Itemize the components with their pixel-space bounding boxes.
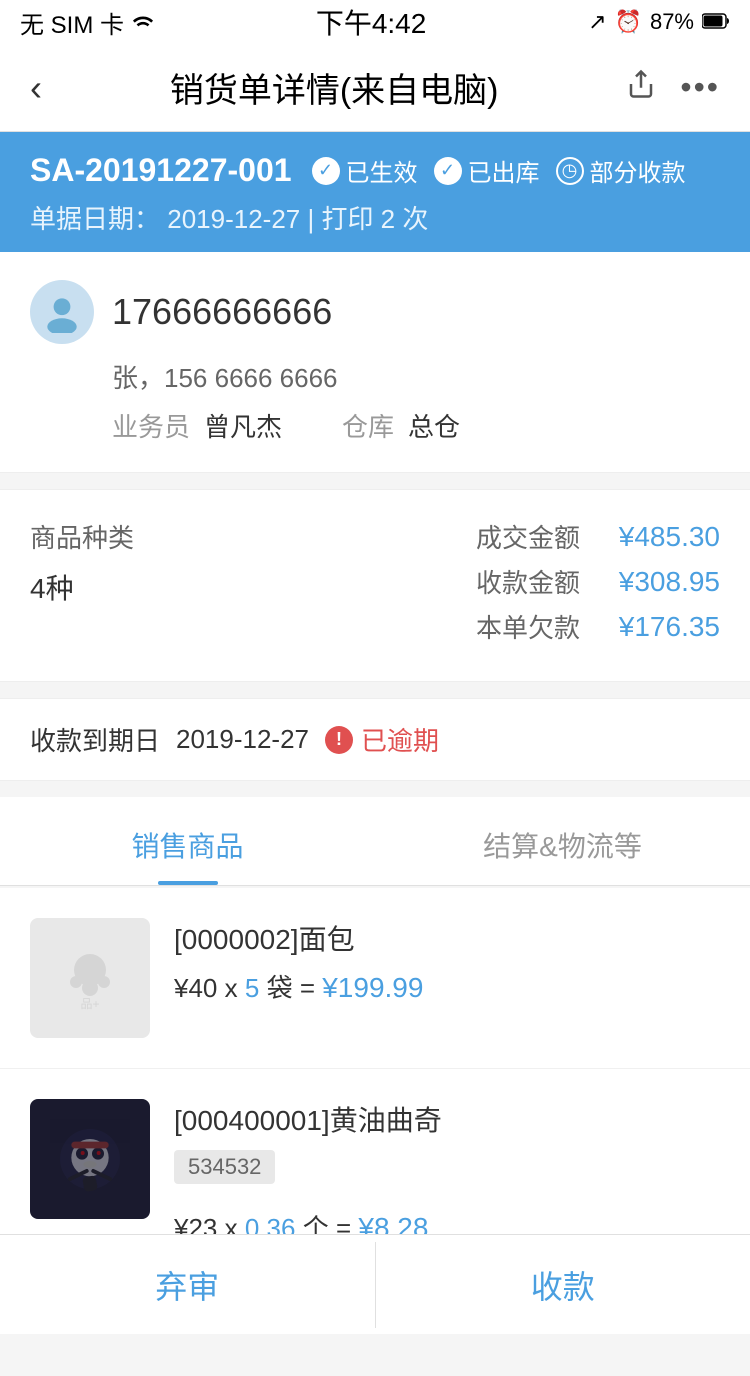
status-shipped: ✓ 已出库 — [434, 153, 540, 188]
customer-phone: 17666666666 — [112, 291, 332, 333]
back-button[interactable]: ‹ — [30, 67, 42, 109]
customer-section: 17666666666 张，156 6666 6666 业务员 曾凡杰 仓库 总… — [0, 252, 750, 473]
tab-settlement-logistics[interactable]: 结算&物流等 — [375, 797, 750, 885]
wifi-icon — [132, 8, 154, 36]
warehouse-name: 总仓 — [408, 407, 460, 444]
overdue-date: 2019-12-27 — [176, 724, 309, 755]
product-list: 品+ [0000002]面包 ¥40 x 5 袋 = ¥199.99 — [0, 888, 750, 1276]
clock-icon: ◷ — [556, 157, 584, 185]
received-value: ¥308.95 — [600, 566, 720, 598]
summary-row: 商品种类 4种 成交金额 ¥485.30 收款金额 ¥308.95 本单欠款 ¥… — [30, 518, 720, 653]
product-thumb-2 — [30, 1099, 150, 1219]
nav-bar: ‹ 销货单详情(来自电脑) ••• — [0, 44, 750, 132]
cancel-review-button[interactable]: 弃审 — [0, 1242, 376, 1328]
nav-right-buttons: ••• — [626, 69, 720, 106]
product-info-1: [0000002]面包 ¥40 x 5 袋 = ¥199.99 — [174, 918, 720, 1005]
customer-meta: 业务员 曾凡杰 仓库 总仓 — [30, 407, 720, 444]
check-icon-1: ✓ — [312, 157, 340, 185]
status-bar: 无 SIM 卡 下午4:42 ↗ ⏰ 87% — [0, 0, 750, 44]
overdue-label: 收款到期日 — [30, 721, 160, 758]
product-sku-2: 534532 — [174, 1150, 275, 1184]
more-icon[interactable]: ••• — [680, 69, 720, 106]
type-label-text: 商品种类 — [30, 518, 134, 555]
sales-label: 业务员 — [112, 407, 190, 444]
check-icon-2: ✓ — [434, 157, 462, 185]
received-label: 收款金额 — [476, 563, 580, 600]
collect-payment-button[interactable]: 收款 — [376, 1242, 750, 1328]
status-effective: ✓ 已生效 — [312, 153, 418, 188]
order-id: SA-20191227-001 — [30, 152, 292, 189]
customer-sales: 业务员 曾凡杰 — [112, 407, 282, 444]
product-info-2: [000400001]黄油曲奇 534532 ¥23 x 0.36 个 = ¥8… — [174, 1099, 720, 1245]
owed-label: 本单欠款 — [476, 608, 580, 645]
svg-text:品+: 品+ — [80, 997, 99, 1011]
type-count: 4种 — [30, 567, 134, 607]
location-icon: ↗ — [588, 9, 606, 35]
order-status-badges: ✓ 已生效 ✓ 已出库 ◷ 部分收款 — [312, 153, 686, 188]
battery-text: 87% — [650, 9, 694, 35]
product-name-1: [0000002]面包 — [174, 918, 720, 958]
sales-name: 曾凡杰 — [204, 407, 282, 444]
deal-amount-value: ¥485.30 — [600, 521, 720, 553]
carrier-text: 无 SIM 卡 — [20, 5, 124, 40]
tabs-row: 销售商品 结算&物流等 — [0, 797, 750, 885]
summary-section: 商品种类 4种 成交金额 ¥485.30 收款金额 ¥308.95 本单欠款 ¥… — [0, 489, 750, 682]
product-thumb-1: 品+ — [30, 918, 150, 1038]
warehouse-label: 仓库 — [342, 407, 394, 444]
customer-name-phone: 张，156 6666 6666 — [30, 358, 720, 395]
unit-price-1: ¥40 — [174, 973, 217, 1003]
total-1: ¥199.99 — [322, 972, 423, 1003]
status-partial: ◷ 部分收款 — [556, 153, 686, 188]
tabs-section: 销售商品 结算&物流等 — [0, 797, 750, 886]
status-bar-time: 下午4:42 — [316, 2, 427, 42]
order-date-line: 单据日期： 2019-12-27 | 打印 2 次 — [30, 199, 720, 236]
status-bar-left: 无 SIM 卡 — [20, 5, 154, 40]
qty-1: 5 — [245, 973, 259, 1003]
order-banner: SA-20191227-001 ✓ 已生效 ✓ 已出库 ◷ 部分收款 单据日期：… — [0, 132, 750, 252]
summary-left: 商品种类 4种 — [30, 518, 134, 607]
overdue-badge: ! 已逾期 — [325, 721, 439, 758]
unit-1: 袋 — [267, 973, 293, 1003]
share-icon[interactable] — [626, 69, 656, 106]
product-name-2: [000400001]黄油曲奇 — [174, 1099, 720, 1139]
status-bar-right: ↗ ⏰ 87% — [588, 9, 730, 35]
page-title: 销货单详情(来自电脑) — [170, 63, 499, 112]
customer-top: 17666666666 — [30, 280, 720, 344]
deal-amount-row: 成交金额 ¥485.30 — [476, 518, 720, 555]
product-price-1: ¥40 x 5 袋 = ¥199.99 — [174, 968, 720, 1005]
summary-right: 成交金额 ¥485.30 收款金额 ¥308.95 本单欠款 ¥176.35 — [476, 518, 720, 653]
deal-amount-label: 成交金额 — [476, 518, 580, 555]
battery-icon — [702, 9, 730, 35]
customer-warehouse: 仓库 总仓 — [342, 407, 460, 444]
alarm-icon: ⏰ — [615, 9, 642, 35]
product-item: 品+ [0000002]面包 ¥40 x 5 袋 = ¥199.99 — [0, 888, 750, 1069]
tab-sales-products[interactable]: 销售商品 — [0, 797, 375, 885]
overdue-text: 已逾期 — [361, 721, 439, 758]
bottom-bar: 弃审 收款 — [0, 1234, 750, 1334]
owed-value: ¥176.35 — [600, 611, 720, 643]
overdue-section: 收款到期日 2019-12-27 ! 已逾期 — [0, 698, 750, 781]
overdue-dot-icon: ! — [325, 726, 353, 754]
owed-amount-row: 本单欠款 ¥176.35 — [476, 608, 720, 645]
received-amount-row: 收款金额 ¥308.95 — [476, 563, 720, 600]
customer-avatar — [30, 280, 94, 344]
